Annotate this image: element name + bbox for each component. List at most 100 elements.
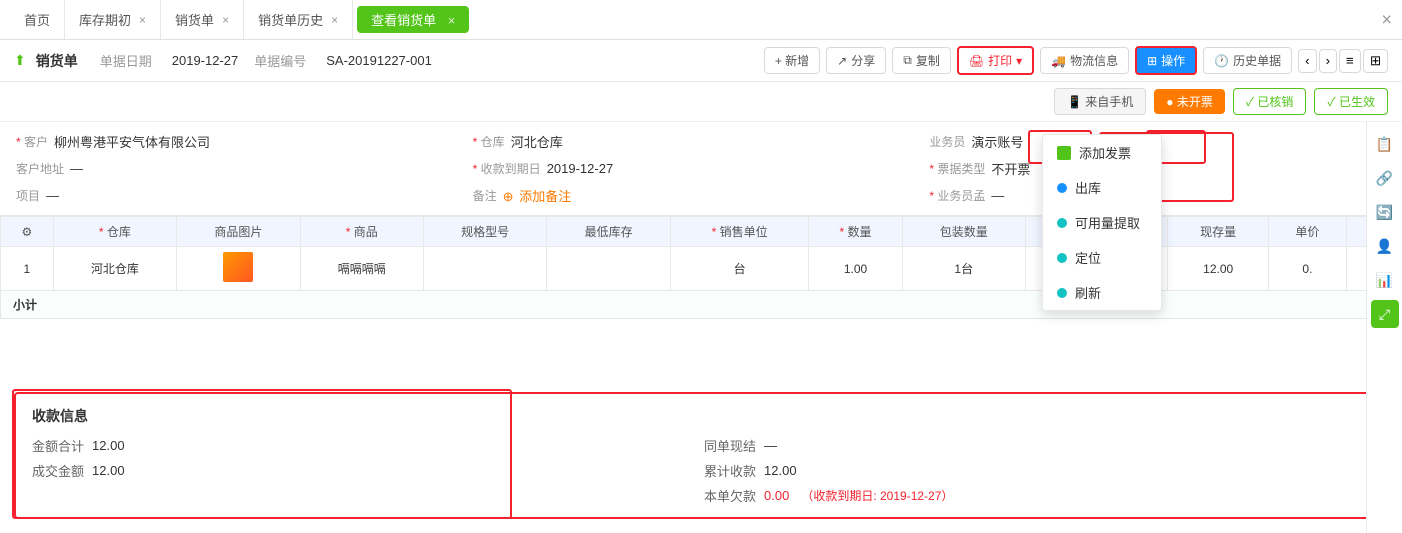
new-button[interactable]: + 新增	[764, 47, 820, 74]
copy-button[interactable]: ⧉ 复制	[892, 47, 951, 74]
tab-home[interactable]: 首页	[10, 0, 65, 39]
col-stock: 现存量	[1168, 217, 1269, 247]
subtotal-label: 小计	[1, 291, 1402, 319]
not-open-button[interactable]: ● 未开票	[1154, 89, 1225, 114]
confirmed-button[interactable]: ✓ 已核销	[1233, 88, 1307, 115]
doc-meta: 单据日期 2019-12-27 单据编号 SA-20191227-001	[100, 51, 758, 70]
row-price: 0.	[1269, 247, 1347, 291]
close-inventory-tab[interactable]: ×	[139, 13, 146, 27]
print-dropdown-icon: ▾	[1016, 54, 1022, 68]
row-warehouse: 河北仓库	[53, 247, 176, 291]
logistics-button[interactable]: 🚚 物流信息	[1040, 47, 1129, 74]
next-button[interactable]: ›	[1319, 49, 1337, 73]
close-window-button[interactable]: ×	[1381, 9, 1392, 30]
from-phone-button[interactable]: 📱 来自手机	[1054, 88, 1146, 115]
check2-icon: ✓	[1327, 95, 1335, 109]
tab-inventory-label: 库存期初	[79, 10, 131, 29]
number-value: SA-20191227-001	[326, 53, 432, 68]
tab-bar: 首页 库存期初 × 销货单 × 销货单历史 × 查看销货单 × ×	[0, 0, 1402, 40]
number-label: 单据编号	[254, 51, 306, 70]
logistics-icon: 🚚	[1051, 54, 1066, 68]
cumulative-label: 累计收款	[704, 461, 756, 480]
payment-title: 收款信息	[32, 406, 1370, 426]
items-table: ⚙ 仓库 商品图片 商品 规格型号 最低库存 销售单位 数量 包装数量 可用量（…	[0, 216, 1402, 319]
ticket-type-value: 不开票	[991, 159, 1030, 178]
sidebar-user-icon[interactable]: 👤	[1371, 232, 1399, 260]
amount-row: 金额合计 12.00	[32, 436, 698, 455]
sidebar-stats-icon[interactable]: 📊	[1371, 266, 1399, 294]
project-value: —	[46, 188, 59, 203]
operate-button[interactable]: ⊞ 操作	[1135, 46, 1197, 75]
main-content: 📱 来自手机 ● 未开票 ✓ 已核销 ✓ 已生效	[0, 82, 1402, 527]
owe-value: 0.00	[764, 488, 789, 503]
col-pack-qty: 包装数量	[902, 217, 1025, 247]
warehouse-row: 仓库 河北仓库	[473, 132, 930, 151]
same-bill-row: 同单现结 —	[704, 436, 1370, 455]
deal-amount-label: 成交金额	[32, 461, 84, 480]
share-icon: ↗	[837, 54, 847, 68]
history-button[interactable]: 🕐 历史单据	[1203, 47, 1292, 74]
refresh-item[interactable]: 刷新	[1043, 275, 1161, 310]
deal-amount-row: 成交金额 12.00	[32, 461, 698, 480]
table-wrap: ⚙ 仓库 商品图片 商品 规格型号 最低库存 销售单位 数量 包装数量 可用量（…	[0, 215, 1402, 384]
row-img	[177, 247, 300, 291]
staff-value: 演示账号	[971, 132, 1023, 151]
warehouse-value: 河北仓库	[511, 132, 563, 151]
col-product: 商品	[300, 217, 423, 247]
right-sidebar: 📋 🔗 🔄 👤 📊 ⤢	[1366, 122, 1402, 533]
outbound-item[interactable]: 出库	[1043, 170, 1161, 205]
effective-button[interactable]: ✓ 已生效	[1314, 88, 1388, 115]
operate-dropdown: 添加发票 出库 可用量提取 定位 刷新	[1042, 134, 1162, 311]
sidebar-link-icon[interactable]: 🔗	[1371, 164, 1399, 192]
staff2-value: —	[991, 188, 1004, 203]
sidebar-copy-icon[interactable]: 📋	[1371, 130, 1399, 158]
close-view-sales-tab[interactable]: ×	[448, 13, 456, 28]
history-icon: 🕐	[1214, 54, 1229, 68]
close-sales-history-tab[interactable]: ×	[331, 13, 338, 27]
prev-button[interactable]: ‹	[1298, 49, 1316, 73]
grid-view-button[interactable]: ⊞	[1363, 49, 1388, 73]
locate-icon	[1057, 253, 1067, 263]
payment-date-row: 收款到期日 2019-12-27	[473, 159, 930, 178]
payment-date-label: 收款到期日	[473, 160, 541, 177]
staff2-label: 业务员孟	[929, 187, 985, 204]
circle-icon: ●	[1166, 95, 1173, 109]
locate-label: 定位	[1075, 248, 1101, 267]
tab-sales[interactable]: 销货单 ×	[161, 0, 244, 39]
locate-item[interactable]: 定位	[1043, 240, 1161, 275]
list-view-button[interactable]: ≡	[1339, 49, 1361, 73]
col-price: 单价	[1269, 217, 1347, 247]
table-row: 1 河北仓库 嗝嗝嗝嗝 台 1.00 1台 12	[1, 247, 1402, 291]
available-qty-label: 可用量提取	[1075, 213, 1140, 232]
app-container: 首页 库存期初 × 销货单 × 销货单历史 × 查看销货单 × × ⬆ 销货单 …	[0, 0, 1402, 533]
share-button[interactable]: ↗ 分享	[826, 47, 886, 74]
tab-inventory[interactable]: 库存期初 ×	[65, 0, 161, 39]
subtotal-row: 小计	[1, 291, 1402, 319]
print-icon: 🖨	[969, 54, 984, 68]
customer-value: 柳州粤港平安气体有限公司	[54, 132, 210, 151]
tab-view-sales-label: 查看销货单	[371, 13, 436, 28]
note-label: 备注	[473, 187, 497, 204]
sidebar-expand-icon[interactable]: ⤢	[1371, 300, 1399, 328]
add-invoice-icon	[1057, 146, 1071, 160]
check-icon: ✓	[1246, 95, 1254, 109]
ticket-type-label: 票据类型	[929, 160, 985, 177]
payment-section: 收款信息 金额合计 12.00 成交金额 12.00	[14, 392, 1388, 519]
available-qty-item[interactable]: 可用量提取	[1043, 205, 1161, 240]
print-button[interactable]: 🖨 打印 ▾	[957, 46, 1034, 75]
tab-sales-history[interactable]: 销货单历史 ×	[244, 0, 353, 39]
owe-row: 本单欠款 0.00 （收款到期日: 2019-12-27）	[704, 486, 1370, 505]
add-invoice-item[interactable]: 添加发票	[1043, 135, 1161, 170]
close-sales-tab[interactable]: ×	[222, 13, 229, 27]
available-qty-icon	[1057, 218, 1067, 228]
sub-toolbar: 📱 来自手机 ● 未开票 ✓ 已核销 ✓ 已生效	[0, 82, 1402, 122]
col-min-stock: 最低库存	[547, 217, 670, 247]
tab-view-sales[interactable]: 查看销货单 ×	[357, 6, 469, 33]
sidebar-refresh-icon[interactable]: 🔄	[1371, 198, 1399, 226]
row-spec	[423, 247, 546, 291]
note-add[interactable]: ⊕ 添加备注	[503, 186, 572, 205]
same-bill-label: 同单现结	[704, 436, 756, 455]
payment-grid: 金额合计 12.00 成交金额 12.00 同单现结 —	[32, 436, 1370, 505]
cumulative-row: 累计收款 12.00	[704, 461, 1370, 480]
product-image	[223, 252, 253, 282]
